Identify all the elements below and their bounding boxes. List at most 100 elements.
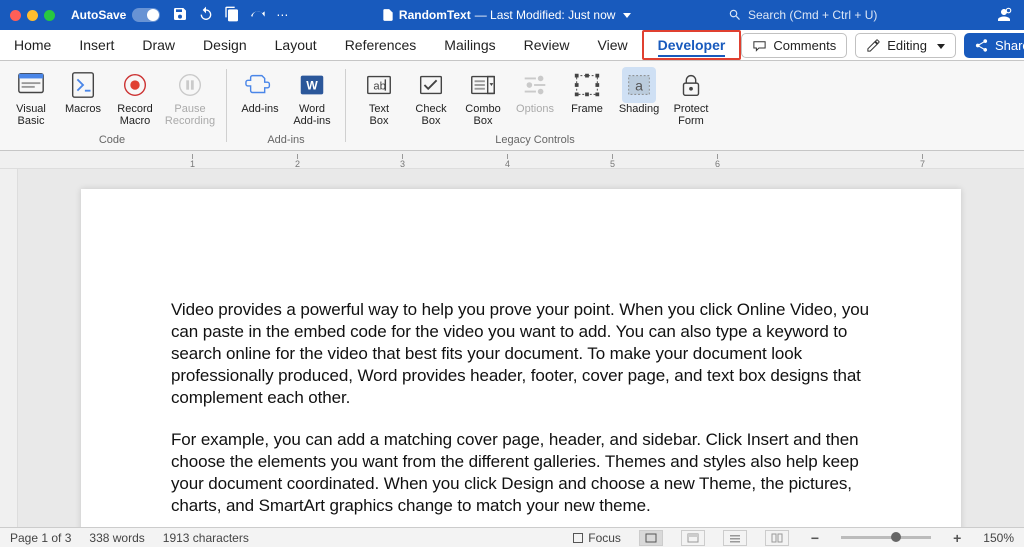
pause-recording-button: PauseRecording <box>162 67 218 127</box>
editing-mode-button[interactable]: Editing <box>855 33 956 58</box>
comment-icon <box>752 38 767 53</box>
clipboard-icon[interactable] <box>224 6 240 25</box>
frame-button[interactable]: Frame <box>562 67 612 127</box>
focus-icon <box>572 532 584 544</box>
pencil-icon <box>866 38 881 53</box>
minimize-window[interactable] <box>27 10 38 21</box>
page[interactable]: Video provides a powerful way to help yo… <box>81 189 961 527</box>
text-box-icon: ab <box>364 70 394 100</box>
tab-references[interactable]: References <box>331 30 431 60</box>
paragraph[interactable]: For example, you can add a matching cove… <box>171 429 871 517</box>
visual-basic-button[interactable]: VisualBasic <box>6 67 56 127</box>
group-legacy-controls: abTextBox CheckBox ComboBox Options Fram… <box>348 61 722 150</box>
group-code: VisualBasic Macros RecordMacro PauseReco… <box>0 61 224 150</box>
svg-text:ab: ab <box>373 81 386 93</box>
svg-text:a: a <box>635 78 643 94</box>
shading-button[interactable]: aShading <box>614 67 664 127</box>
ruler-mark: 6 <box>715 154 720 169</box>
tab-design[interactable]: Design <box>189 30 261 60</box>
protect-form-button[interactable]: ProtectForm <box>666 67 716 127</box>
vertical-ruler[interactable] <box>0 169 18 527</box>
comments-button[interactable]: Comments <box>741 33 847 58</box>
share-button[interactable]: Share <box>964 33 1024 58</box>
combo-box-button[interactable]: ComboBox <box>458 67 508 127</box>
group-addins: Add-ins WWordAdd-ins Add-ins <box>229 61 343 150</box>
ruler-mark: 5 <box>610 154 615 169</box>
status-bar: Page 1 of 3 338 words 1913 characters Fo… <box>0 527 1024 547</box>
titlebar: AutoSave ⋯ RandomText — Last Modified: J… <box>0 0 1024 30</box>
window-controls <box>0 10 65 21</box>
group-label: Add-ins <box>267 134 304 148</box>
addins-icon <box>245 70 275 100</box>
tab-insert[interactable]: Insert <box>65 30 128 60</box>
autosave-toggle[interactable]: AutoSave <box>71 8 160 22</box>
addins-button[interactable]: Add-ins <box>235 67 285 127</box>
word-addins-button[interactable]: WWordAdd-ins <box>287 67 337 127</box>
qat-more-icon[interactable]: ⋯ <box>276 8 288 22</box>
word-icon: W <box>297 70 327 100</box>
record-macro-button[interactable]: RecordMacro <box>110 67 160 127</box>
zoom-level[interactable]: 150% <box>983 531 1014 545</box>
tab-draw[interactable]: Draw <box>128 30 189 60</box>
chevron-down-icon <box>619 8 631 22</box>
zoom-slider[interactable] <box>841 536 931 539</box>
horizontal-ruler[interactable]: 1 2 3 4 5 6 7 <box>0 151 1024 169</box>
zoom-in[interactable]: + <box>949 530 965 546</box>
account-icon[interactable] <box>984 6 1024 24</box>
document-scroll-area[interactable]: Video provides a powerful way to help yo… <box>18 169 1024 527</box>
ribbon: VisualBasic Macros RecordMacro PauseReco… <box>0 61 1024 151</box>
zoom-out[interactable]: − <box>807 530 823 546</box>
text-box-button[interactable]: abTextBox <box>354 67 404 127</box>
char-count[interactable]: 1913 characters <box>163 531 249 545</box>
ruler-mark: 4 <box>505 154 510 169</box>
paragraph[interactable]: Video provides a powerful way to help yo… <box>171 299 871 409</box>
group-label: Code <box>99 134 125 148</box>
svg-text:W: W <box>306 79 318 93</box>
document-viewport: Video provides a powerful way to help yo… <box>0 169 1024 527</box>
web-layout-view[interactable] <box>681 530 705 546</box>
tab-review[interactable]: Review <box>510 30 584 60</box>
check-box-icon <box>416 70 446 100</box>
tab-home[interactable]: Home <box>0 30 65 60</box>
outline-view[interactable] <box>723 530 747 546</box>
tab-layout[interactable]: Layout <box>261 30 331 60</box>
document-title[interactable]: RandomText — Last Modified: Just now <box>288 8 724 22</box>
check-box-button[interactable]: CheckBox <box>406 67 456 127</box>
chevron-down-icon <box>933 38 945 53</box>
page-indicator[interactable]: Page 1 of 3 <box>10 531 71 545</box>
visual-basic-icon <box>16 70 46 100</box>
maximize-window[interactable] <box>44 10 55 21</box>
shading-icon: a <box>624 70 654 100</box>
ruler-mark: 2 <box>295 154 300 169</box>
redo-icon[interactable] <box>250 6 266 25</box>
lock-icon <box>676 70 706 100</box>
print-layout-view[interactable] <box>639 530 663 546</box>
qat: ⋯ <box>172 6 288 25</box>
macros-icon <box>68 70 98 100</box>
autosave-label: AutoSave <box>71 8 126 22</box>
group-label: Legacy Controls <box>495 134 575 148</box>
ribbon-tabs: Home Insert Draw Design Layout Reference… <box>0 30 1024 61</box>
options-button: Options <box>510 67 560 127</box>
ruler-mark: 3 <box>400 154 405 169</box>
autosave-switch[interactable] <box>132 8 160 22</box>
macros-button[interactable]: Macros <box>58 67 108 127</box>
save-icon[interactable] <box>172 6 188 25</box>
search-box[interactable]: Search (Cmd + Ctrl + U) <box>724 8 984 22</box>
word-count[interactable]: 338 words <box>89 531 144 545</box>
draft-view[interactable] <box>765 530 789 546</box>
tab-developer[interactable]: Developer <box>642 30 742 60</box>
search-icon <box>728 8 742 22</box>
focus-mode[interactable]: Focus <box>572 531 621 545</box>
combo-box-icon <box>468 70 498 100</box>
options-icon <box>520 70 550 100</box>
tab-mailings[interactable]: Mailings <box>430 30 509 60</box>
close-window[interactable] <box>10 10 21 21</box>
ruler-mark: 7 <box>920 154 925 169</box>
search-placeholder: Search (Cmd + Ctrl + U) <box>748 8 877 22</box>
ruler-mark: 1 <box>190 154 195 169</box>
pause-icon <box>175 70 205 100</box>
record-icon <box>120 70 150 100</box>
tab-view[interactable]: View <box>584 30 642 60</box>
undo-icon[interactable] <box>198 6 214 25</box>
